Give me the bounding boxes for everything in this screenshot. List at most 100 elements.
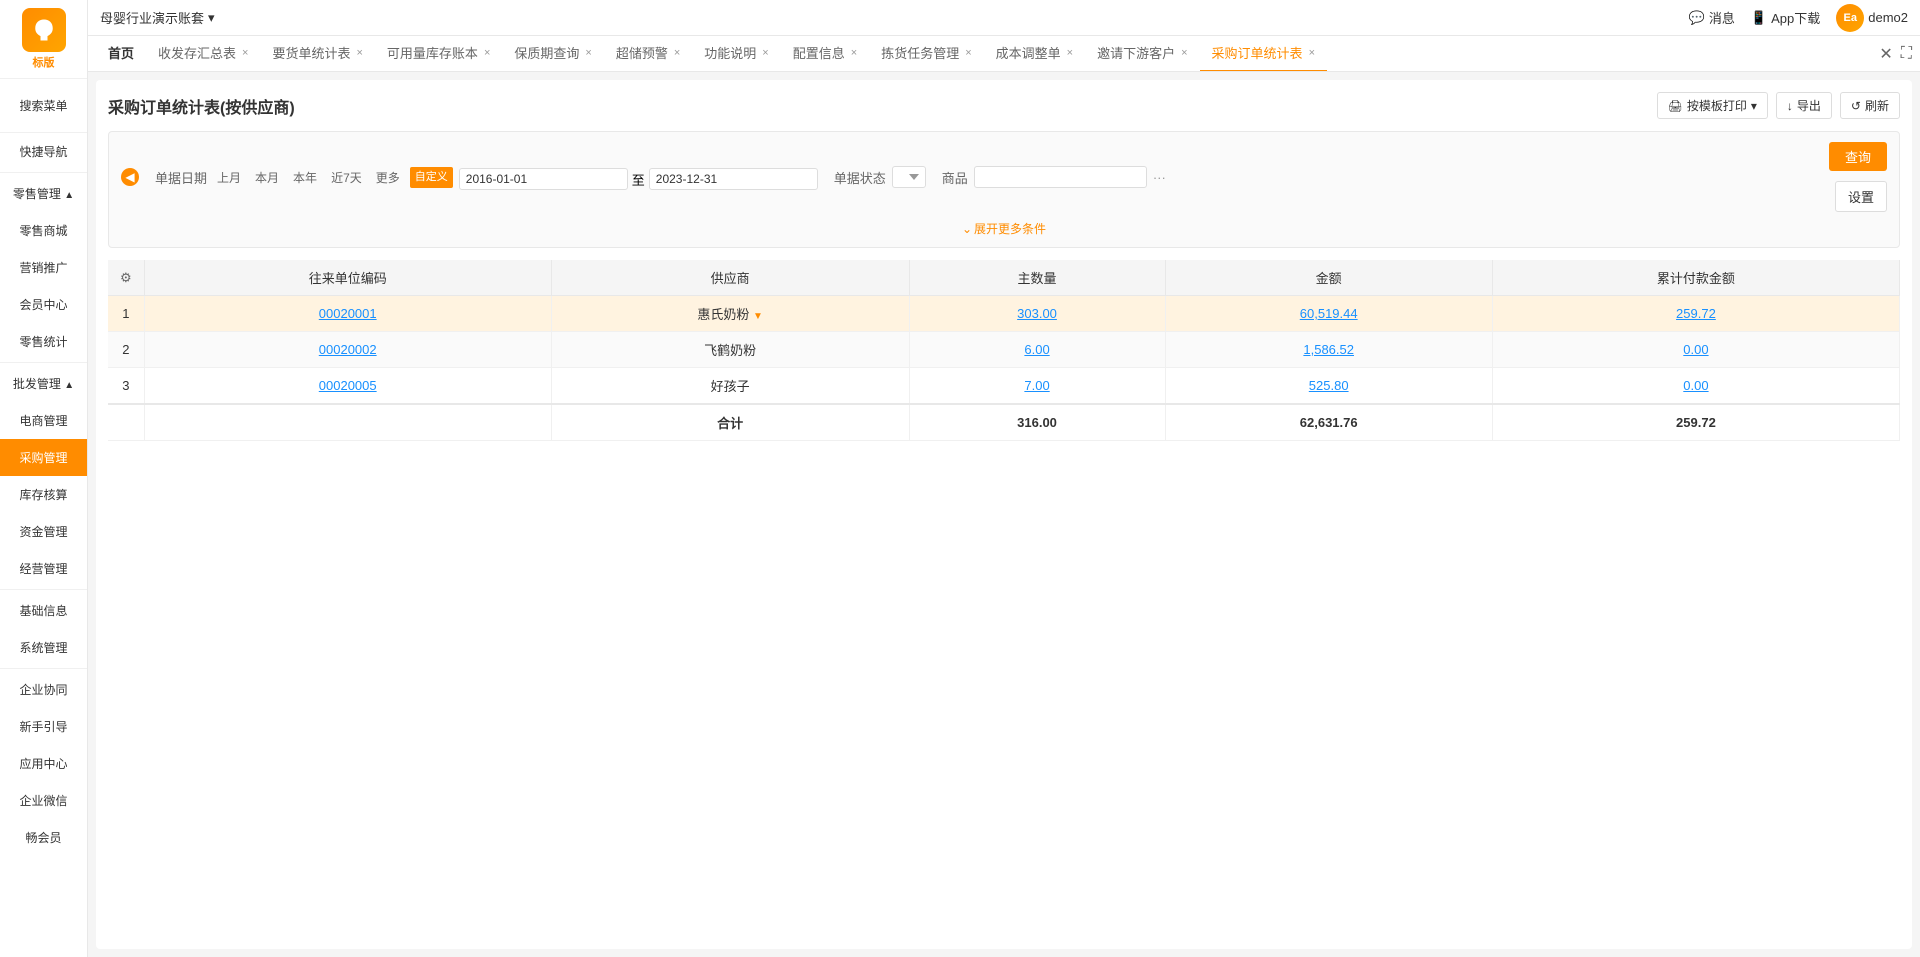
tab-chaochu[interactable]: 超储预警 × [604,36,692,72]
print-button[interactable]: 🖨 按模板打印 ▾ [1657,92,1768,119]
row1-paid-link[interactable]: 259.72 [1676,306,1716,321]
main-area: 母婴行业演示账套 ▾ 💬 消息 📱 App下载 Ea demo2 首页 [88,0,1920,957]
tab-shoufahuihui[interactable]: 收发存汇总表 × [146,36,260,72]
tab-pihuo[interactable]: 拣货任务管理 × [869,36,983,72]
close-icon-active[interactable]: × [1309,47,1315,59]
sidebar-item-wechat[interactable]: 企业微信 [0,782,87,819]
row3-qty-link[interactable]: 7.00 [1024,378,1049,393]
sidebar-item-search[interactable]: 搜索菜单 [6,87,81,124]
username: demo2 [1868,10,1908,25]
tab-yaoqing[interactable]: 邀请下游客户 × [1085,36,1199,72]
sidebar-item-basic[interactable]: 基础信息 [0,592,87,629]
sidebar-item-retail-stat[interactable]: 零售统计 [0,323,87,360]
close-icon[interactable]: × [242,47,248,59]
sidebar-item-retail-shop[interactable]: 零售商城 [0,212,87,249]
logo-area: 标版 [0,0,87,79]
sidebar-item-enterprise[interactable]: 企业协同 [0,671,87,708]
row3-code-link[interactable]: 00020005 [319,378,377,393]
user-area[interactable]: Ea demo2 [1836,4,1908,32]
sidebar-item-newbie-label: 新手引导 [19,720,67,734]
export-icon: ↓ [1787,99,1793,113]
tabs-expand-icon[interactable]: ⛶ [1901,45,1912,63]
col-supplier: 供应商 [551,260,909,296]
chevron-down-icon-2: ▲ [64,380,74,391]
tab-chengben[interactable]: 成本调整单 × [984,36,1085,72]
close-icon[interactable]: × [356,47,362,59]
chevron-down-icon: ▲ [64,190,74,201]
shortcut-this-year[interactable]: 本年 [289,167,321,188]
tab-keyongliang[interactable]: 可用量库存账本 × [375,36,502,72]
sidebar-item-newbie[interactable]: 新手引导 [0,708,87,745]
row3-paid-link[interactable]: 0.00 [1683,378,1708,393]
close-icon[interactable]: × [484,47,490,59]
settings-button[interactable]: 设置 [1835,181,1887,212]
tabs-close-all-icon[interactable]: ✕ [1879,44,1892,64]
footer-qty: 316.00 [909,404,1165,441]
close-icon[interactable]: × [762,47,768,59]
sidebar-item-vip-label: 畅会员 [25,831,61,845]
shortcut-more[interactable]: 更多 [372,167,404,188]
query-button[interactable]: 查询 [1829,142,1887,171]
tab-gongneng[interactable]: 功能说明 × [692,36,780,72]
shortcut-this-month[interactable]: 本月 [251,167,283,188]
tab-peizhi[interactable]: 配置信息 × [781,36,869,72]
message-btn[interactable]: 💬 消息 [1689,8,1735,27]
footer-empty-2 [144,404,551,441]
page-actions: 🖨 按模板打印 ▾ ↓ 导出 ↺ 刷新 [1657,92,1900,119]
filter-collapse-button[interactable]: ◀ [121,168,139,186]
row1-expand-icon[interactable]: ▼ [753,311,763,322]
close-icon[interactable]: × [674,47,680,59]
sidebar-item-inventory-label: 库存核算 [19,488,67,502]
tab-home[interactable]: 首页 [96,36,146,72]
expand-more-button[interactable]: ⌄ 展开更多条件 [962,220,1046,237]
row2-amount-link[interactable]: 1,586.52 [1303,342,1354,357]
sidebar-item-batch[interactable]: 批发管理 ▲ [0,365,87,402]
sidebar-item-system[interactable]: 系统管理 [0,629,87,666]
refresh-button[interactable]: ↺ 刷新 [1840,92,1900,119]
row2-code-link[interactable]: 00020002 [319,342,377,357]
workspace-selector[interactable]: 母婴行业演示账套 ▾ [100,8,215,27]
sidebar-item-finance[interactable]: 资金管理 [0,513,87,550]
page-content: 采购订单统计表(按供应商) 🖨 按模板打印 ▾ ↓ 导出 ↺ 刷新 [88,72,1920,957]
tab-yaohuo[interactable]: 要货单统计表 × [260,36,374,72]
date-start-input[interactable] [459,168,628,190]
tab-baozhi-label: 保质期查询 [514,43,579,62]
row2-paid-link[interactable]: 0.00 [1683,342,1708,357]
sidebar-item-purchase[interactable]: 采购管理 [0,439,87,476]
sidebar-item-member[interactable]: 会员中心 [0,286,87,323]
close-icon[interactable]: × [851,47,857,59]
gear-icon[interactable]: ⚙ [120,270,132,285]
app-download-btn[interactable]: 📱 App下载 [1751,8,1820,27]
sidebar-item-retail[interactable]: 零售管理 ▲ [0,175,87,212]
sidebar-item-operation[interactable]: 经营管理 [0,550,87,587]
goods-input[interactable] [974,166,1147,188]
tab-baozhi[interactable]: 保质期查询 × [502,36,603,72]
shortcut-last-month[interactable]: 上月 [213,167,245,188]
row1-amount-link[interactable]: 60,519.44 [1300,306,1358,321]
row1-qty-link[interactable]: 303.00 [1017,306,1057,321]
close-icon[interactable]: × [965,47,971,59]
logo-icon [22,8,66,52]
close-icon[interactable]: × [1067,47,1073,59]
sidebar-item-quick[interactable]: 快捷导航 [0,133,87,170]
sidebar-item-appstore[interactable]: 应用中心 [0,745,87,782]
sidebar-item-inventory[interactable]: 库存核算 [0,476,87,513]
sidebar-item-marketing[interactable]: 营销推广 [0,249,87,286]
app-label: App下载 [1771,8,1820,27]
close-icon[interactable]: × [1181,47,1187,59]
date-end-input[interactable] [649,168,818,190]
export-button[interactable]: ↓ 导出 [1776,92,1832,119]
sidebar-item-quick-label: 快捷导航 [19,145,67,159]
tab-caigou-label: 采购订单统计表 [1212,43,1303,62]
close-icon[interactable]: × [585,47,591,59]
status-select[interactable] [892,166,926,188]
row1-code-link[interactable]: 00020001 [319,306,377,321]
goods-more-icon[interactable]: ··· [1153,170,1166,185]
shortcut-7days[interactable]: 近7天 [327,167,366,188]
sidebar-item-vip[interactable]: 畅会员 [0,819,87,856]
row3-amount-link[interactable]: 525.80 [1309,378,1349,393]
row3-paid: 0.00 [1492,368,1899,405]
sidebar-item-ecom[interactable]: 电商管理 [0,402,87,439]
row2-qty-link[interactable]: 6.00 [1024,342,1049,357]
tab-caigou[interactable]: 采购订单统计表 × [1200,36,1327,72]
